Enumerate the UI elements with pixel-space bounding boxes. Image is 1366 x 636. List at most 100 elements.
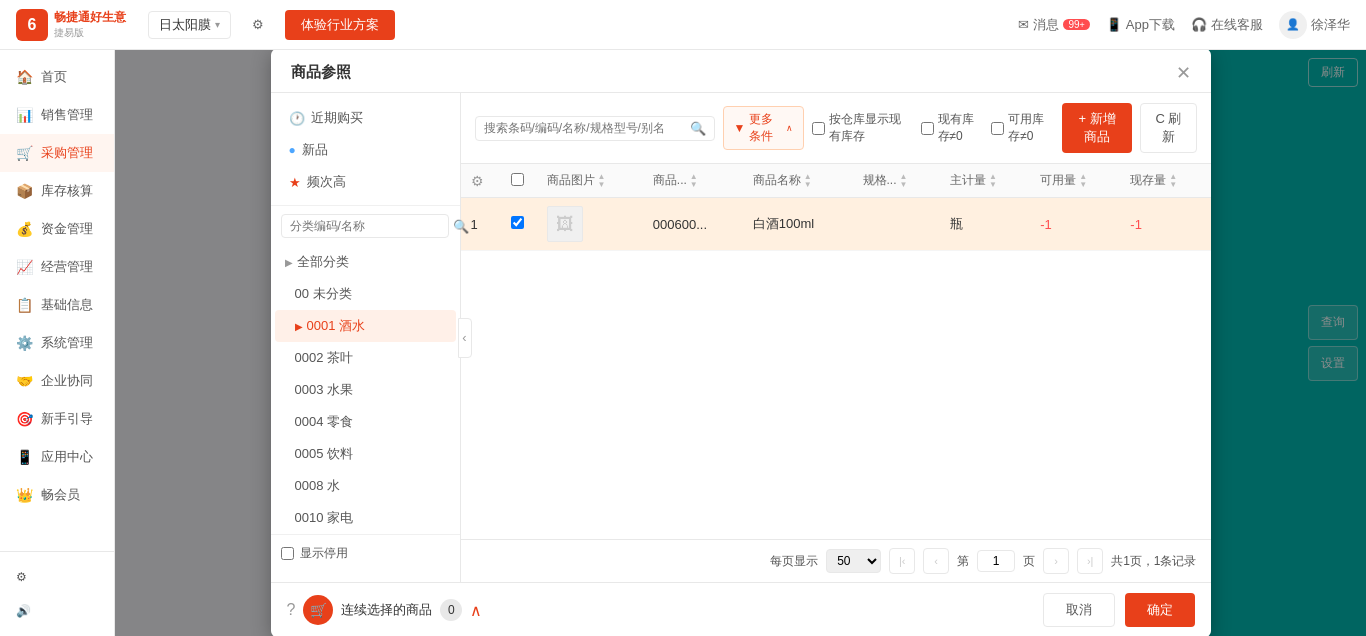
cat-item-00[interactable]: 00 未分类 <box>275 278 456 310</box>
sidebar-item-inventory[interactable]: 📦 库存核算 <box>0 172 114 210</box>
modal-overlay: 商品参照 ✕ 🕐 近期购买 ● <box>115 50 1366 636</box>
usable-ne0-checkbox-label[interactable]: 可用库存≠0 <box>991 111 1054 145</box>
cat-all-item[interactable]: ▶ 全部分类 <box>275 246 456 278</box>
td-usable: -1 <box>1030 198 1120 251</box>
warehouse-checkbox-label[interactable]: 按仓库显示现有库存 <box>812 111 912 145</box>
user-item[interactable]: 👤 徐泽华 <box>1279 11 1350 39</box>
cat-item-0008[interactable]: 0008 水 <box>275 470 456 502</box>
cat-search-input[interactable] <box>281 214 449 238</box>
add-product-button[interactable]: + 新增商品 <box>1062 103 1132 153</box>
select-all-checkbox[interactable] <box>511 173 524 186</box>
show-disabled-checkbox[interactable] <box>281 547 294 560</box>
th-checkbox <box>501 164 537 198</box>
category-panel: 🕐 近期购买 ● 新品 ★ 频次高 <box>271 93 461 582</box>
top-nav: 6 畅捷通好生意 捷易版 日太阳膜 ▾ ⚙ 体验行业方案 ✉ 消息 99+ 📱 … <box>0 0 1366 50</box>
online-service-item[interactable]: 🎧 在线客服 <box>1191 16 1263 34</box>
confirm-button[interactable]: 确定 <box>1125 593 1195 627</box>
cat-item-0002[interactable]: 0002 茶叶 <box>275 342 456 374</box>
headset-icon: 🎧 <box>1191 17 1207 32</box>
th-image: 商品图片 ▲▼ <box>537 164 643 198</box>
page-size-label: 每页显示 <box>770 553 818 570</box>
messages-badge: 99+ <box>1063 19 1089 30</box>
first-page-button[interactable]: |‹ <box>889 548 915 574</box>
th-spec: 规格... ▲▼ <box>853 164 940 198</box>
chevron-right-icon: ▶ <box>285 257 293 268</box>
sidebar-item-basic-info[interactable]: 📋 基础信息 <box>0 286 114 324</box>
sidebar-item-purchase[interactable]: 🛒 采购管理 <box>0 134 114 172</box>
next-page-button[interactable]: › <box>1043 548 1069 574</box>
star-icon: ★ <box>289 175 301 190</box>
high-frequency-item[interactable]: ★ 频次高 <box>281 167 450 197</box>
sidebar-item-sales[interactable]: 📊 销售管理 <box>0 96 114 134</box>
refresh-button[interactable]: C 刷新 <box>1140 103 1196 153</box>
cart-icon[interactable]: 🛒 <box>303 595 333 625</box>
cat-search-icon[interactable]: 🔍 <box>453 219 469 234</box>
stock-ne0-checkbox[interactable] <box>921 122 934 135</box>
trial-button[interactable]: 体验行业方案 <box>285 10 395 40</box>
toolbar: 🔍 ▼ 更多条件 ∧ 按仓库显示现有库存 <box>461 93 1211 164</box>
sidebar-item-apps[interactable]: 📱 应用中心 <box>0 438 114 476</box>
cat-item-0001[interactable]: ▶ 0001 酒水 <box>275 310 456 342</box>
product-search-icon[interactable]: 🔍 <box>690 121 706 136</box>
nav-selector[interactable]: 日太阳膜 ▾ <box>148 11 231 39</box>
sidebar-item-system[interactable]: ⚙️ 系统管理 <box>0 324 114 362</box>
sidebar-volume[interactable]: 🔊 <box>0 594 114 628</box>
row-checkbox[interactable] <box>511 216 524 229</box>
warehouse-checkbox[interactable] <box>812 122 825 135</box>
sidebar-item-operations[interactable]: 📈 经营管理 <box>0 248 114 286</box>
th-code: 商品... ▲▼ <box>643 164 743 198</box>
page-size-select[interactable]: 50 100 200 <box>826 549 881 573</box>
sidebar-item-enterprise[interactable]: 🤝 企业协同 <box>0 362 114 400</box>
settings-icon: ⚙ <box>16 570 27 584</box>
td-code: 000600... <box>643 198 743 251</box>
table-row[interactable]: 1 🖼 000600... 白酒100ml <box>461 198 1211 251</box>
purchase-icon: 🛒 <box>16 145 33 161</box>
recent-purchase-item[interactable]: 🕐 近期购买 <box>281 103 450 133</box>
new-product-item[interactable]: ● 新品 <box>281 135 450 165</box>
content-panel: 🔍 ▼ 更多条件 ∧ 按仓库显示现有库存 <box>461 93 1211 582</box>
cart-count: 0 <box>440 599 462 621</box>
table-area: ⚙ 商品图片 ▲▼ <box>461 164 1211 539</box>
more-filter-button[interactable]: ▼ 更多条件 ∧ <box>723 106 805 150</box>
stock-ne0-checkbox-label[interactable]: 现有库存≠0 <box>921 111 984 145</box>
last-page-button[interactable]: ›| <box>1077 548 1103 574</box>
sales-icon: 📊 <box>16 107 33 123</box>
product-search-input[interactable] <box>484 121 684 135</box>
volume-icon: 🔊 <box>16 604 31 618</box>
modal-close-button[interactable]: ✕ <box>1176 64 1191 82</box>
usable-ne0-checkbox[interactable] <box>991 122 1004 135</box>
home-icon: 🏠 <box>16 69 33 85</box>
column-settings-icon[interactable]: ⚙ <box>471 173 484 189</box>
cat-item-0005[interactable]: 0005 饮料 <box>275 438 456 470</box>
cancel-button[interactable]: 取消 <box>1043 593 1115 627</box>
product-table: ⚙ 商品图片 ▲▼ <box>461 164 1211 251</box>
operations-icon: 📈 <box>16 259 33 275</box>
prev-page-button[interactable]: ‹ <box>923 548 949 574</box>
pagination-bar: 每页显示 50 100 200 |‹ ‹ 第 页 › <box>461 539 1211 582</box>
modal-footer: ? 🛒 连续选择的商品 0 ∧ 取消 确定 <box>271 582 1211 636</box>
footer-collapse-button[interactable]: ∧ <box>470 601 482 620</box>
td-spec <box>853 198 940 251</box>
settings-gear-icon[interactable]: ⚙ <box>243 10 273 40</box>
td-name: 白酒100ml <box>743 198 853 251</box>
th-stock: 现存量 ▲▼ <box>1120 164 1210 198</box>
cat-item-0004[interactable]: 0004 零食 <box>275 406 456 438</box>
page-number-input[interactable] <box>977 550 1015 572</box>
layout: 🏠 首页 📊 销售管理 🛒 采购管理 📦 库存核算 💰 资金管理 📈 经营管理 … <box>0 50 1366 636</box>
sidebar-item-member[interactable]: 👑 畅会员 <box>0 476 114 514</box>
cat-item-0010[interactable]: 0010 家电 <box>275 502 456 534</box>
td-stock: -1 <box>1120 198 1210 251</box>
collapse-panel-button[interactable]: ‹ <box>458 318 472 358</box>
messages-item[interactable]: ✉ 消息 99+ <box>1018 16 1089 34</box>
app-download-item[interactable]: 📱 App下载 <box>1106 16 1175 34</box>
category-tree: ▶ 全部分类 00 未分类 ▶ 0001 酒水 0002 茶 <box>271 246 460 534</box>
show-disabled-checkbox-label[interactable]: 显示停用 <box>281 545 450 562</box>
nav-right: ✉ 消息 99+ 📱 App下载 🎧 在线客服 👤 徐泽华 <box>1018 11 1350 39</box>
sidebar-item-finance[interactable]: 💰 资金管理 <box>0 210 114 248</box>
sidebar-item-guide[interactable]: 🎯 新手引导 <box>0 400 114 438</box>
sidebar-item-home[interactable]: 🏠 首页 <box>0 58 114 96</box>
help-icon[interactable]: ? <box>287 601 296 619</box>
th-unit: 主计量 ▲▼ <box>940 164 1030 198</box>
sidebar-settings[interactable]: ⚙ <box>0 560 114 594</box>
cat-item-0003[interactable]: 0003 水果 <box>275 374 456 406</box>
